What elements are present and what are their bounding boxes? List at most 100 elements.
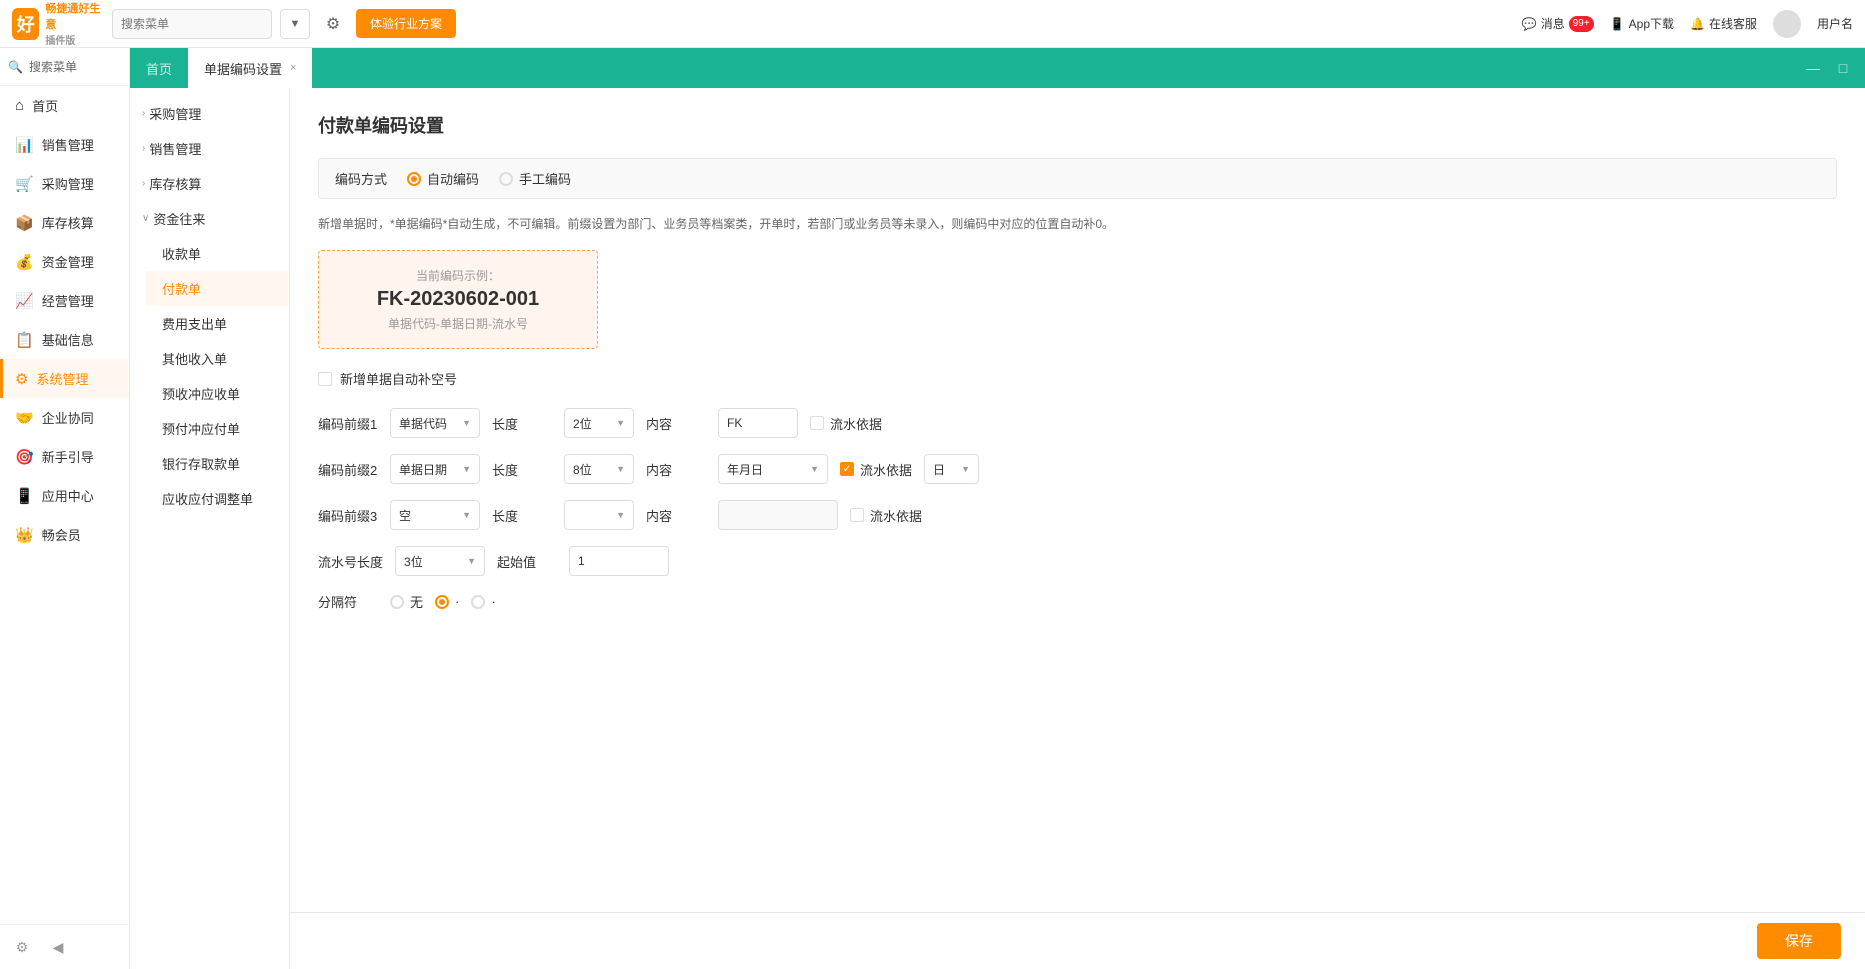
sidebar-item-label: 采购管理 xyxy=(42,174,94,193)
sep-none-radio[interactable]: 无 xyxy=(390,592,423,611)
prefix1-label: 编码前缀1 xyxy=(318,414,378,433)
sidebar-item-sales[interactable]: 📊 销售管理 xyxy=(0,125,129,164)
tabs-minimize-btn[interactable]: — xyxy=(1801,56,1825,80)
sidebar-item-system[interactable]: ⚙ 系统管理 xyxy=(0,359,129,398)
service-label: 在线客服 xyxy=(1709,15,1757,32)
subnav-item-expense[interactable]: 费用支出单 xyxy=(146,306,289,341)
prefix1-select[interactable]: 单据代码 ▼ xyxy=(390,408,480,438)
preview-label: 当前编码示例： xyxy=(343,267,573,284)
auto-fill-row: 新增单据自动补空号 xyxy=(318,369,1837,388)
chevron-right-icon: › xyxy=(142,108,145,119)
app-btn[interactable]: 📱 App下载 xyxy=(1610,15,1674,32)
sidebar-item-home[interactable]: ⌂ 首页 xyxy=(0,86,129,125)
subnav-item-prepay-pay[interactable]: 预付冲应付单 xyxy=(146,411,289,446)
length1-input[interactable]: 2位 ▼ xyxy=(564,408,634,438)
topbar-right: 💬 消息 99+ 📱 App下载 🔔 在线客服 用户名 xyxy=(1522,10,1853,38)
subnav-item-payment[interactable]: 付款单 xyxy=(146,271,289,306)
dropdown-btn[interactable]: ▼ xyxy=(280,9,310,39)
tabs-bar-right: — □ xyxy=(1801,48,1865,88)
search-icon: 🔍 xyxy=(8,60,23,74)
tab-encoding[interactable]: 单据编码设置 × xyxy=(188,48,312,88)
msg-label: 消息 xyxy=(1541,15,1565,32)
prefix2-select[interactable]: 单据日期 ▼ xyxy=(390,454,480,484)
home-icon: ⌂ xyxy=(15,97,24,114)
length3-input[interactable]: ▼ xyxy=(564,500,634,530)
length3-label: 长度 xyxy=(492,506,552,525)
subnav-group-label: 销售管理 xyxy=(149,139,201,158)
avatar[interactable] xyxy=(1773,10,1801,38)
sidebar-item-operations[interactable]: 📈 经营管理 xyxy=(0,281,129,320)
sidebar-item-finance[interactable]: 💰 资金管理 xyxy=(0,242,129,281)
sidebar-search-btn[interactable]: 🔍 搜索菜单 xyxy=(0,48,129,86)
save-button[interactable]: 保存 xyxy=(1757,923,1841,959)
service-btn[interactable]: 🔔 在线客服 xyxy=(1690,15,1757,32)
page-content: › 采购管理 › 销售管理 › 库存核算 ∨ 资金往来 收款单 付款单 xyxy=(130,88,1865,969)
user-name: 用户名 xyxy=(1817,15,1853,32)
subnav-item-adjust[interactable]: 应收应付调整单 xyxy=(146,481,289,516)
subnav-group-label: 库存核算 xyxy=(149,174,201,193)
sep-none-dot xyxy=(390,595,404,609)
subnav-item-prepay-receive[interactable]: 预收冲应收单 xyxy=(146,376,289,411)
start-value-input[interactable] xyxy=(569,546,669,576)
tabs-maximize-btn[interactable]: □ xyxy=(1831,56,1855,80)
serial1-checkbox-box xyxy=(810,416,824,430)
preview-code: FK-20230602-001 xyxy=(343,288,573,311)
sidebar-item-basic[interactable]: 📋 基础信息 xyxy=(0,320,129,359)
tab-home[interactable]: 首页 xyxy=(130,48,188,88)
subnav-item-receipt[interactable]: 收款单 xyxy=(146,236,289,271)
bottom-bar: 保存 xyxy=(290,912,1865,969)
logo: 好 畅捷通好生意 插件版 xyxy=(12,0,102,47)
sidebar-settings-btn[interactable]: ⚙ xyxy=(8,933,36,961)
sidebar-item-purchase[interactable]: 🛒 采购管理 xyxy=(0,164,129,203)
tabs-bar: 首页 单据编码设置 × — □ xyxy=(130,48,1865,88)
subnav-group-inventory[interactable]: › 库存核算 xyxy=(130,166,289,201)
subnav-group-purchase[interactable]: › 采购管理 xyxy=(130,96,289,131)
enterprise-icon: 🤝 xyxy=(15,409,34,427)
search-input[interactable] xyxy=(112,9,272,39)
serial1-checkbox[interactable]: 流水依据 xyxy=(810,414,882,433)
prefix2-row: 编码前缀2 单据日期 ▼ 长度 8位 ▼ 内容 年月日 xyxy=(318,454,1837,484)
subnav-group-capital[interactable]: ∨ 资金往来 xyxy=(130,201,289,236)
sidebar-item-label: 销售管理 xyxy=(42,135,94,154)
sidebar-item-enterprise[interactable]: 🤝 企业协同 xyxy=(0,398,129,437)
prefix2-arrow: ▼ xyxy=(462,464,471,474)
sidebar-item-inventory[interactable]: 📦 库存核算 xyxy=(0,203,129,242)
length1-label: 长度 xyxy=(492,414,552,433)
sep-dot2-radio[interactable]: · xyxy=(471,594,495,609)
sidebar-collapse-btn[interactable]: ◀ xyxy=(44,933,72,961)
content3-input[interactable] xyxy=(718,500,838,530)
start-value-label: 起始值 xyxy=(497,552,557,571)
content1-input[interactable]: FK xyxy=(718,408,798,438)
msg-btn[interactable]: 💬 消息 99+ xyxy=(1522,15,1594,32)
sidebar-item-appcenter[interactable]: 📱 应用中心 xyxy=(0,476,129,515)
app-label: App下载 xyxy=(1629,15,1674,32)
tab-close-btn[interactable]: × xyxy=(290,62,296,74)
prefix3-select[interactable]: 空 ▼ xyxy=(390,500,480,530)
length2-input[interactable]: 8位 ▼ xyxy=(564,454,634,484)
serial3-checkbox[interactable]: 流水依据 xyxy=(850,506,922,525)
system-icon: ⚙ xyxy=(15,370,28,388)
length3-arrow: ▼ xyxy=(616,510,625,520)
serial-length-select[interactable]: 3位 ▼ xyxy=(395,546,485,576)
prefix3-arrow: ▼ xyxy=(462,510,471,520)
auto-fill-checkbox[interactable] xyxy=(318,372,332,386)
content2-select[interactable]: 年月日 ▼ xyxy=(718,454,828,484)
trial-btn[interactable]: 体验行业方案 xyxy=(356,9,456,38)
subnav-item-otherincome[interactable]: 其他收入单 xyxy=(146,341,289,376)
sidebar: 🔍 搜索菜单 ⌂ 首页 📊 销售管理 🛒 采购管理 📦 库存核算 💰 资金管理 … xyxy=(0,48,130,969)
manual-code-radio[interactable]: 手工编码 xyxy=(499,169,571,188)
serial2-checkbox[interactable]: ✓ 流水依据 xyxy=(840,460,912,479)
sidebar-item-member[interactable]: 👑 畅会员 xyxy=(0,515,129,554)
serial2-period-select[interactable]: 日 ▼ xyxy=(924,454,979,484)
topbar: 好 畅捷通好生意 插件版 ▼ ⚙ 体验行业方案 💬 消息 99+ 📱 App下载… xyxy=(0,0,1865,48)
auto-code-radio[interactable]: 自动编码 xyxy=(407,169,479,188)
subnav-group-sales[interactable]: › 销售管理 xyxy=(130,131,289,166)
sidebar-item-newbie[interactable]: 🎯 新手引导 xyxy=(0,437,129,476)
subnav-sub-capital: 收款单 付款单 费用支出单 其他收入单 预收冲应收单 预付冲应付单 银行存取款单… xyxy=(130,236,289,516)
sep-dot2-label: · xyxy=(491,594,495,609)
sep-dot-radio[interactable]: · xyxy=(435,594,459,609)
sep-dot-dot xyxy=(435,595,449,609)
subnav-item-bank[interactable]: 银行存取款单 xyxy=(146,446,289,481)
settings-btn[interactable]: ⚙ xyxy=(318,9,348,39)
member-icon: 👑 xyxy=(15,526,34,544)
